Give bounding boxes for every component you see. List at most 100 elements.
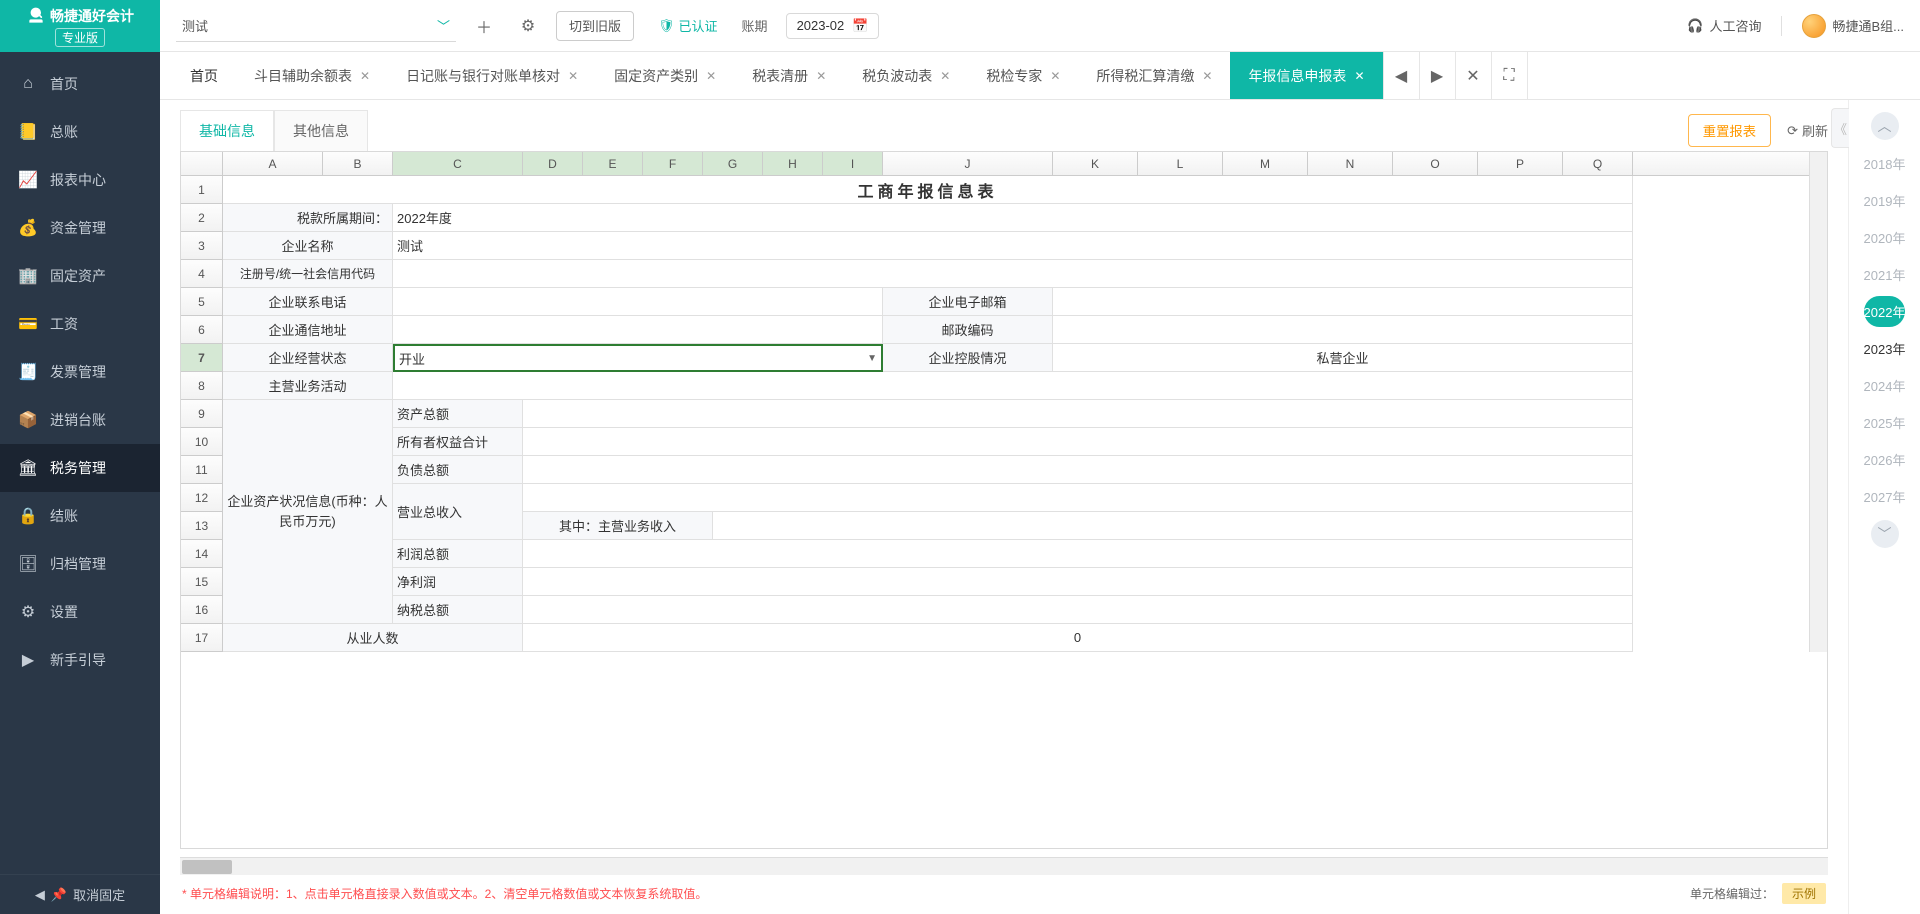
row-header[interactable]: 16 <box>181 596 223 624</box>
cell-value[interactable]: 2022年度 <box>393 204 1633 232</box>
cell-value[interactable] <box>393 372 1633 400</box>
row-header[interactable]: 5 <box>181 288 223 316</box>
col-header-e[interactable]: E <box>583 152 643 175</box>
close-icon[interactable]: ✕ <box>360 69 370 83</box>
company-select[interactable]: 测试 ﹀ <box>176 10 456 42</box>
cell-label[interactable]: 企业电子邮箱 <box>883 288 1053 316</box>
period-picker[interactable]: 2023-02 📅 <box>786 13 880 39</box>
reset-button[interactable]: 重置报表 <box>1688 114 1771 147</box>
row-header[interactable]: 10 <box>181 428 223 456</box>
subtab-basic[interactable]: 基础信息 <box>180 110 274 151</box>
tab-fullscreen-button[interactable]: ⛶ <box>1492 52 1528 99</box>
vertical-scrollbar[interactable] <box>1809 152 1827 652</box>
tab-close-button[interactable]: ✕ <box>1456 52 1492 99</box>
cell-label[interactable]: 净利润 <box>393 568 523 596</box>
col-header-b[interactable]: B <box>323 152 393 175</box>
cell-label[interactable]: 所有者权益合计 <box>393 428 523 456</box>
tab-annual-report[interactable]: 年报信息申报表✕ <box>1230 52 1382 99</box>
year-option[interactable]: 2020年 <box>1849 220 1920 255</box>
close-icon[interactable]: ✕ <box>1050 69 1060 83</box>
row-header[interactable]: 11 <box>181 456 223 484</box>
nav-salary[interactable]: 💳工资 <box>0 300 160 348</box>
tab-home[interactable]: 首页 <box>172 52 236 99</box>
cell-label[interactable]: 资产总额 <box>393 400 523 428</box>
cell-label[interactable]: 企业经营状态 <box>223 344 393 372</box>
row-header[interactable]: 17 <box>181 624 223 652</box>
refresh-button[interactable]: ⟳ 刷新 <box>1787 121 1828 140</box>
col-header-k[interactable]: K <box>1053 152 1138 175</box>
nav-archive[interactable]: 🗄归档管理 <box>0 540 160 588</box>
nav-guide[interactable]: ▶新手引导 <box>0 636 160 684</box>
close-icon[interactable]: ✕ <box>706 69 716 83</box>
tab-aux-balance[interactable]: 斗目辅助余额表✕ <box>236 52 388 99</box>
cell-value[interactable] <box>523 484 1633 512</box>
close-icon[interactable]: ✕ <box>1202 69 1212 83</box>
cell-label[interactable]: 税款所属期间： <box>223 204 393 232</box>
col-header-d[interactable]: D <box>523 152 583 175</box>
close-icon[interactable]: ✕ <box>1354 69 1364 83</box>
cell-label[interactable]: 从业人数 <box>223 624 523 652</box>
year-option[interactable]: 2021年 <box>1849 257 1920 292</box>
row-header[interactable]: 8 <box>181 372 223 400</box>
nav-inventory[interactable]: 📦进销台账 <box>0 396 160 444</box>
cell-label[interactable]: 邮政编码 <box>883 316 1053 344</box>
cell-label[interactable]: 负债总额 <box>393 456 523 484</box>
year-option[interactable]: 2018年 <box>1849 146 1920 181</box>
cell-value[interactable] <box>1053 316 1633 344</box>
year-up-button[interactable]: ︿ <box>1871 112 1899 140</box>
tab-asset-category[interactable]: 固定资产类别✕ <box>596 52 734 99</box>
scrollbar-thumb[interactable] <box>182 860 232 874</box>
cell-value[interactable] <box>713 512 1633 540</box>
row-header[interactable]: 7 <box>181 344 223 372</box>
row-header[interactable]: 12 <box>181 484 223 512</box>
col-header-i[interactable]: I <box>823 152 883 175</box>
tab-tax-expert[interactable]: 税检专家✕ <box>968 52 1078 99</box>
nav-home[interactable]: ⌂首页 <box>0 60 160 108</box>
grid-body[interactable]: 1工商年报信息表 2 税款所属期间： 2022年度 3 企业名称 测试 <box>181 176 1809 652</box>
cell-value[interactable]: 0 <box>523 624 1633 652</box>
cell-value[interactable] <box>523 568 1633 596</box>
col-header-l[interactable]: L <box>1138 152 1223 175</box>
tab-tax-fluctuation[interactable]: 税负波动表✕ <box>844 52 968 99</box>
cell-label[interactable]: 利润总额 <box>393 540 523 568</box>
settings-button[interactable]: ⚙ <box>512 10 544 42</box>
col-header-h[interactable]: H <box>763 152 823 175</box>
col-header-c[interactable]: C <box>393 152 523 175</box>
year-option-current[interactable]: 2022年 <box>1864 296 1906 327</box>
row-header[interactable]: 3 <box>181 232 223 260</box>
row-header[interactable]: 4 <box>181 260 223 288</box>
add-button[interactable]: ＋ <box>468 10 500 42</box>
cell-value[interactable] <box>523 400 1633 428</box>
cell-label[interactable]: 企业控股情况 <box>883 344 1053 372</box>
col-header-g[interactable]: G <box>703 152 763 175</box>
active-cell-dropdown[interactable]: 开业▼ <box>393 344 883 372</box>
col-header-a[interactable]: A <box>223 152 323 175</box>
cell-label[interactable]: 主营业务活动 <box>223 372 393 400</box>
unpin-button[interactable]: ◀ 📌 取消固定 <box>0 874 160 914</box>
rail-collapse-button[interactable]: 《 <box>1831 108 1849 148</box>
cell-value[interactable] <box>393 316 883 344</box>
col-header-m[interactable]: M <box>1223 152 1308 175</box>
cell-value[interactable] <box>1053 288 1633 316</box>
cell-label[interactable]: 企业通信地址 <box>223 316 393 344</box>
cell-value[interactable] <box>523 456 1633 484</box>
row-header[interactable]: 14 <box>181 540 223 568</box>
subtab-other[interactable]: 其他信息 <box>274 110 368 151</box>
cell-value[interactable] <box>523 540 1633 568</box>
close-icon[interactable]: ✕ <box>940 69 950 83</box>
col-header-q[interactable]: Q <box>1563 152 1633 175</box>
cell-value[interactable]: 私营企业 <box>1053 344 1633 372</box>
year-option[interactable]: 2027年 <box>1849 479 1920 514</box>
cell-label[interactable]: 企业联系电话 <box>223 288 393 316</box>
tab-prev-button[interactable]: ◀ <box>1384 52 1420 99</box>
year-option[interactable]: 2025年 <box>1849 405 1920 440</box>
nav-tax[interactable]: 🏛税务管理 <box>0 444 160 492</box>
row-header[interactable]: 9 <box>181 400 223 428</box>
old-version-button[interactable]: 切到旧版 <box>556 11 634 41</box>
cell-value[interactable] <box>393 260 1633 288</box>
nav-reports[interactable]: 📈报表中心 <box>0 156 160 204</box>
year-option[interactable]: 2026年 <box>1849 442 1920 477</box>
cell-label[interactable]: 注册号/统一社会信用代码 <box>223 260 393 288</box>
nav-funds[interactable]: 💰资金管理 <box>0 204 160 252</box>
close-icon[interactable]: ✕ <box>816 69 826 83</box>
